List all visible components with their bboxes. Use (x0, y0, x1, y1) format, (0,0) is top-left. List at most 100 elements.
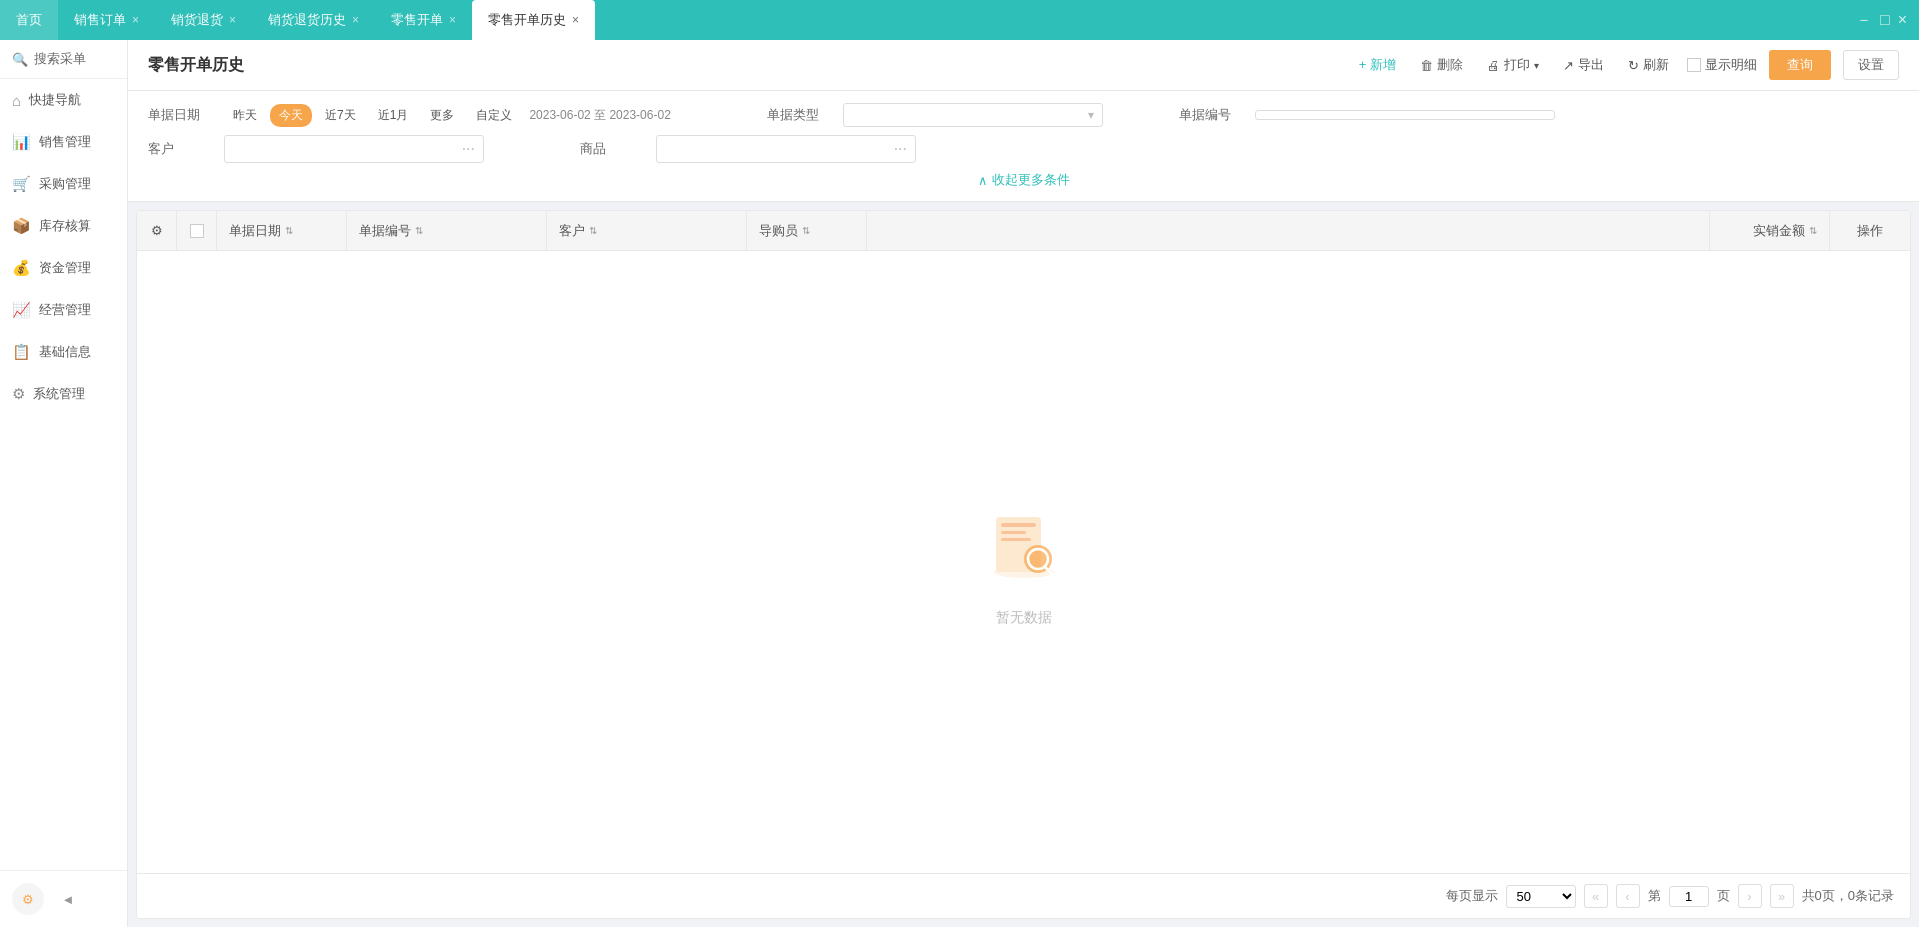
chevron-down-icon: ▾ (1534, 60, 1539, 71)
dots-icon: ··· (462, 140, 475, 158)
settings-icon: ⚙ (151, 223, 163, 238)
finance-icon: 💰 (12, 259, 31, 277)
sort-icon: ⇅ (589, 225, 597, 236)
th-customer[interactable]: 客户 ⇅ (547, 211, 747, 250)
refresh-icon: ↻ (1628, 58, 1639, 73)
sidebar-search[interactable]: 🔍 搜索采单 (0, 40, 127, 79)
sidebar-item-finance[interactable]: 💰 资金管理 (0, 247, 127, 289)
close-icon[interactable]: × (132, 13, 139, 27)
page-title: 零售开单历史 (148, 55, 244, 76)
purchase-icon: 🛒 (12, 175, 31, 193)
collapse-button[interactable]: ∧ 收起更多条件 (978, 171, 1070, 189)
empty-text: 暂无数据 (996, 609, 1052, 627)
select-all-checkbox[interactable] (190, 224, 204, 238)
tab-sales-return[interactable]: 销货退货 × (155, 0, 252, 40)
arrow-left-icon: ◄ (62, 892, 75, 907)
page-number-input[interactable] (1669, 886, 1709, 907)
th-date[interactable]: 单据日期 ⇅ (217, 211, 347, 250)
print-icon: 🖨 (1487, 58, 1500, 73)
tab-retail-order[interactable]: 零售开单 × (375, 0, 472, 40)
goods-input[interactable]: ··· (656, 135, 916, 163)
sales-icon: 📊 (12, 133, 31, 151)
tab-sales-return-history[interactable]: 销货退货历史 × (252, 0, 375, 40)
tab-retail-order-history[interactable]: 零售开单历史 × (472, 0, 595, 40)
dots-icon-2: ··· (894, 140, 907, 158)
date-btn-yesterday[interactable]: 昨天 (224, 104, 266, 127)
sort-icon: ⇅ (285, 225, 293, 236)
refresh-button[interactable]: ↻ 刷新 (1622, 52, 1675, 78)
filter-row-1: 单据日期 昨天 今天 近7天 近1月 更多 自定义 2023-06-02 至 2… (148, 103, 1899, 127)
export-button[interactable]: ↗ 导出 (1557, 52, 1610, 78)
sidebar-item-inventory[interactable]: 📦 库存核算 (0, 205, 127, 247)
sidebar-item-sales[interactable]: 📊 销售管理 (0, 121, 127, 163)
page-header: 零售开单历史 + 新增 🗑 删除 🖨 打印 ▾ ↗ 导出 ↻ (128, 40, 1919, 91)
tab-home[interactable]: 首页 (0, 0, 58, 40)
toolbar: + 新增 🗑 删除 🖨 打印 ▾ ↗ 导出 ↻ 刷新 (1353, 50, 1899, 80)
date-btn-7days[interactable]: 近7天 (316, 104, 365, 127)
tab-sales-order[interactable]: 销售订单 × (58, 0, 155, 40)
close-icon[interactable]: × (352, 13, 359, 27)
chevron-up-icon: ∧ (978, 173, 988, 188)
sidebar: 🔍 搜索采单 ⌂ 快捷导航 📊 销售管理 🛒 采购管理 📦 库存核算 💰 资金管… (0, 40, 128, 927)
customer-input[interactable]: ··· (224, 135, 484, 163)
customer-label: 客户 (148, 140, 208, 158)
inventory-icon: 📦 (12, 217, 31, 235)
home-icon: ⌂ (12, 92, 21, 109)
export-icon: ↗ (1563, 58, 1574, 73)
date-btn-1month[interactable]: 近1月 (369, 104, 418, 127)
filter-area: 单据日期 昨天 今天 近7天 近1月 更多 自定义 2023-06-02 至 2… (128, 91, 1919, 202)
baseinfo-icon: 📋 (12, 343, 31, 361)
minimize-button[interactable]: － (1856, 10, 1872, 31)
close-icon[interactable]: × (449, 13, 456, 27)
svg-rect-3 (1001, 531, 1026, 534)
query-button[interactable]: 查询 (1769, 50, 1831, 80)
doc-type-label: 单据类型 (767, 106, 827, 124)
maximize-button[interactable]: □ (1880, 11, 1890, 29)
prev-page-button[interactable]: ‹ (1616, 884, 1640, 908)
delete-button[interactable]: 🗑 删除 (1414, 52, 1469, 78)
doc-type-select[interactable]: ▾ (843, 103, 1103, 127)
page-size-select[interactable]: 20 50 100 (1506, 885, 1576, 908)
close-icon[interactable]: × (572, 13, 579, 27)
date-btn-today[interactable]: 今天 (270, 104, 312, 127)
pagination: 每页显示 20 50 100 « ‹ 第 页 › » 共0页，0条记录 (137, 873, 1910, 918)
settings-button[interactable]: 设置 (1843, 50, 1899, 80)
sidebar-item-base-info[interactable]: 📋 基础信息 (0, 331, 127, 373)
sort-icon: ⇅ (415, 225, 423, 236)
settings-footer-button[interactable]: ⚙ (12, 883, 44, 915)
sidebar-item-purchase[interactable]: 🛒 采购管理 (0, 163, 127, 205)
th-amount[interactable]: 实销金额 ⇅ (1710, 211, 1830, 250)
total-info: 共0页，0条记录 (1802, 887, 1894, 905)
close-window-button[interactable]: × (1898, 11, 1907, 29)
sidebar-item-quick-nav[interactable]: ⌂ 快捷导航 (0, 79, 127, 121)
print-button[interactable]: 🖨 打印 ▾ (1481, 52, 1545, 78)
th-checkbox[interactable] (177, 211, 217, 250)
close-icon[interactable]: × (229, 13, 236, 27)
next-page-button[interactable]: › (1738, 884, 1762, 908)
first-page-button[interactable]: « (1584, 884, 1608, 908)
date-filter-buttons: 昨天 今天 近7天 近1月 更多 自定义 2023-06-02 至 2023-0… (224, 104, 671, 127)
gear-icon: ⚙ (22, 892, 34, 907)
th-order-no[interactable]: 单据编号 ⇅ (347, 211, 547, 250)
sidebar-item-business[interactable]: 📈 经营管理 (0, 289, 127, 331)
date-label: 单据日期 (148, 106, 208, 124)
last-page-button[interactable]: » (1770, 884, 1794, 908)
sidebar-footer: ⚙ ◄ (0, 870, 127, 927)
doc-no-input[interactable] (1255, 110, 1555, 120)
business-icon: 📈 (12, 301, 31, 319)
collapse-sidebar-button[interactable]: ◄ (52, 883, 84, 915)
th-ops: 操作 (1830, 211, 1910, 250)
date-btn-custom[interactable]: 自定义 (467, 104, 521, 127)
main-layout: 🔍 搜索采单 ⌂ 快捷导航 📊 销售管理 🛒 采购管理 📦 库存核算 💰 资金管… (0, 40, 1919, 927)
table-header: ⚙ 单据日期 ⇅ 单据编号 ⇅ 客户 ⇅ 导购员 (137, 211, 1910, 251)
th-guide[interactable]: 导购员 ⇅ (747, 211, 867, 250)
checkbox-box (1687, 58, 1701, 72)
date-btn-more[interactable]: 更多 (421, 104, 463, 127)
sidebar-item-system[interactable]: ⚙ 系统管理 (0, 373, 127, 415)
page-size-label: 每页显示 (1446, 887, 1498, 905)
sort-icon: ⇅ (1809, 225, 1817, 236)
show-detail-checkbox[interactable]: 显示明细 (1687, 56, 1757, 74)
th-spacer (867, 211, 1710, 250)
th-settings[interactable]: ⚙ (137, 211, 177, 250)
add-button[interactable]: + 新增 (1353, 52, 1402, 78)
